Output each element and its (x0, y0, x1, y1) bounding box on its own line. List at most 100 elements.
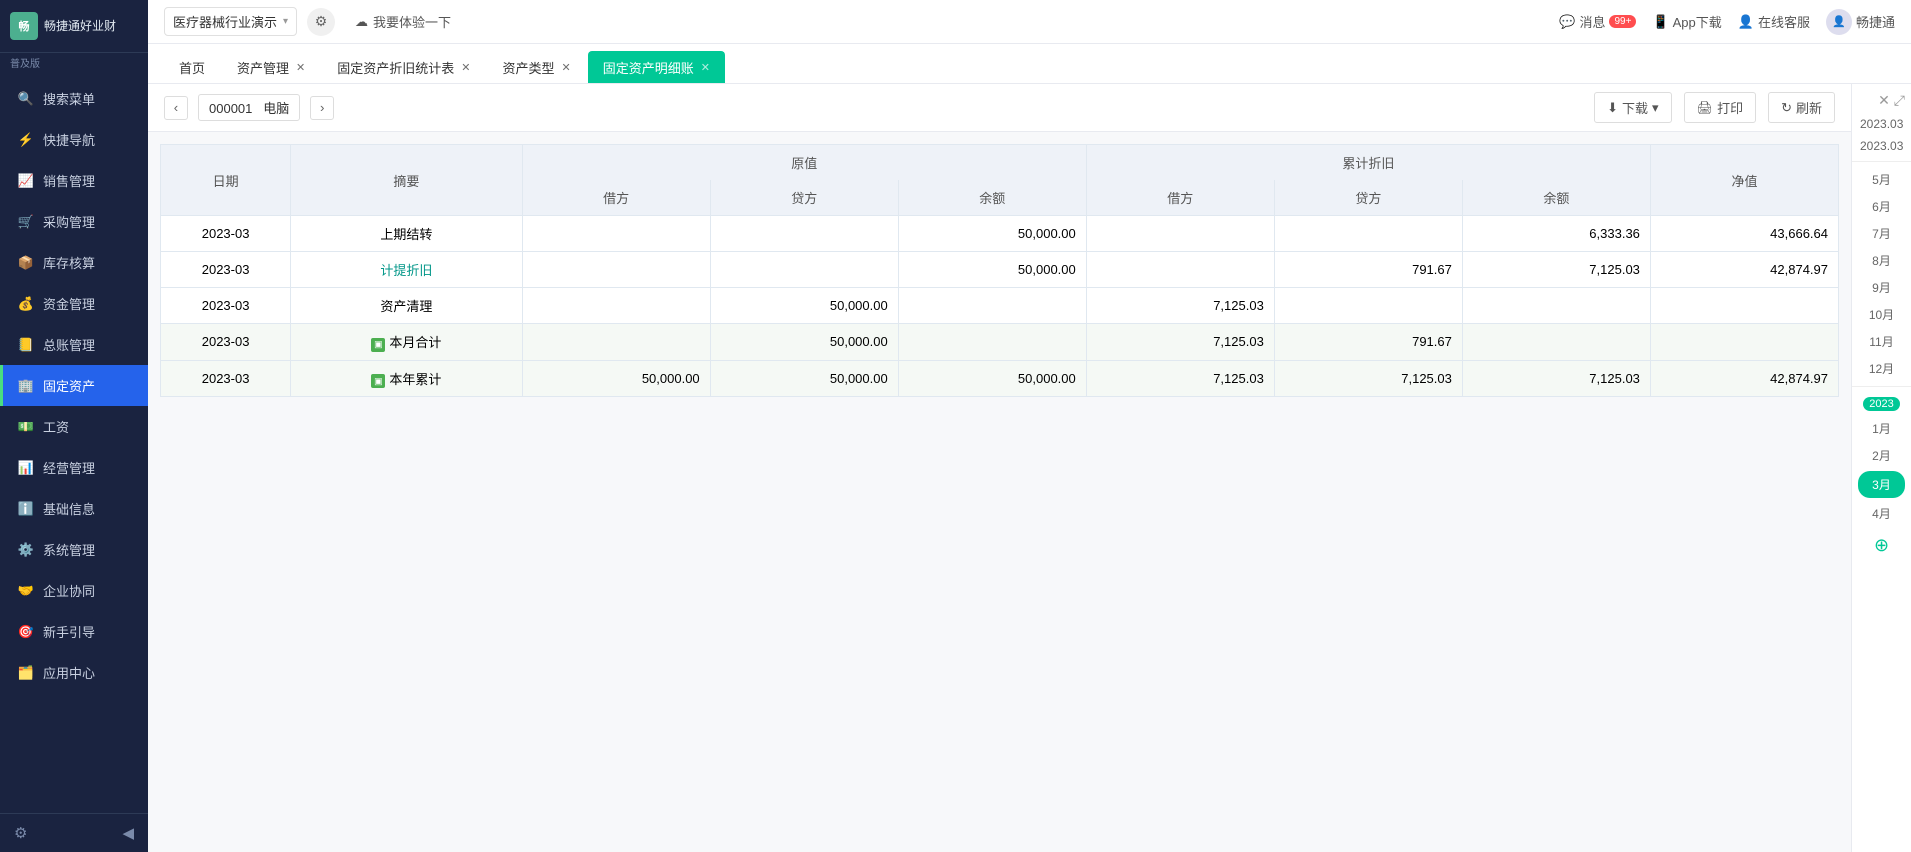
download-icon: ⬇ (1607, 100, 1618, 116)
cell-date: 2023-03 (161, 216, 291, 252)
tab-home-label: 首页 (179, 58, 205, 77)
tab-home[interactable]: 首页 (164, 51, 220, 83)
customer-service-button[interactable]: 👤 在线客服 (1738, 12, 1810, 31)
message-label: 消息 (1579, 12, 1605, 31)
tab-asset-type[interactable]: 资产类型 ✕ (487, 51, 585, 83)
tab-depreciation-table-label: 固定资产折旧统计表 (337, 58, 454, 77)
next-asset-button[interactable]: › (310, 96, 334, 120)
sidebar-item-search[interactable]: 🔍 搜索菜单 (0, 78, 148, 119)
cell-acc-debit: 7,125.03 (1086, 288, 1274, 324)
th-net-value: 净值 (1650, 145, 1838, 216)
print-icon: 🖨 (1697, 100, 1714, 116)
tab-asset-type-label: 资产类型 (502, 58, 554, 77)
content-main: ‹ 000001 电脑 › ⬇ 下载 ▾ 🖨 打印 (148, 84, 1851, 852)
time-panel: ✕ ⤢ 2023.03 2023.03 5月 6月 7月 8月 9月 10月 1… (1851, 84, 1911, 852)
cell-net-value: 42,874.97 (1650, 252, 1838, 288)
refresh-icon: ↻ (1781, 100, 1792, 116)
sidebar-item-label: 总账管理 (43, 335, 95, 354)
time-month-9[interactable]: 9月 (1852, 274, 1911, 301)
th-acc-debit: 借方 (1086, 180, 1274, 216)
tab-depreciation-table[interactable]: 固定资产折旧统计表 ✕ (322, 51, 485, 83)
cell-orig-debit (522, 252, 710, 288)
time-month-6[interactable]: 6月 (1852, 193, 1911, 220)
message-badge: 99+ (1609, 15, 1636, 28)
logo-icon: 畅 (10, 12, 38, 40)
cell-date: 2023-03 (161, 288, 291, 324)
print-label: 打印 (1717, 98, 1743, 117)
company-selector[interactable]: 医疗器械行业演示 ▾ (164, 7, 297, 36)
tab-asset-type-close[interactable]: ✕ (562, 61, 571, 74)
user-name: 畅捷通 (1856, 12, 1895, 31)
expand-icon[interactable]: ⤢ (1894, 92, 1905, 109)
cell-orig-credit: 50,000.00 (710, 288, 898, 324)
tab-asset-mgmt-close[interactable]: ✕ (296, 61, 305, 74)
salary-icon: 💵 (17, 418, 35, 436)
time-month-11[interactable]: 11月 (1852, 328, 1911, 355)
app-center-icon: 🗂️ (17, 664, 35, 682)
cell-date: 2023-03 (161, 252, 291, 288)
time-month-5[interactable]: 5月 (1852, 166, 1911, 193)
time-month-1[interactable]: 1月 (1852, 415, 1911, 442)
ledger-icon: 📒 (17, 336, 35, 354)
cell-acc-balance: 7,125.03 (1462, 252, 1650, 288)
refresh-button[interactable]: ↻ 刷新 (1768, 92, 1835, 123)
time-month-10[interactable]: 10月 (1852, 301, 1911, 328)
download-icon: 📱 (1652, 14, 1668, 30)
prev-asset-button[interactable]: ‹ (164, 96, 188, 120)
tab-depreciation-close[interactable]: ✕ (461, 61, 470, 74)
print-button[interactable]: 🖨 打印 (1684, 92, 1757, 123)
time-month-8[interactable]: 8月 (1852, 247, 1911, 274)
message-button[interactable]: 💬 消息 99+ (1559, 12, 1636, 31)
sidebar-item-ledger[interactable]: 📒 总账管理 (0, 324, 148, 365)
time-year-row: 2023 (1852, 391, 1911, 415)
sidebar-bottom: ⚙ ◀ (0, 813, 148, 852)
tab-asset-mgmt[interactable]: 资产管理 ✕ (222, 51, 320, 83)
sidebar-item-app-center[interactable]: 🗂️ 应用中心 (0, 652, 148, 693)
chevron-down-icon: ⊕ (1874, 535, 1889, 555)
sidebar-item-system[interactable]: ⚙️ 系统管理 (0, 529, 148, 570)
tab-asset-detail-close[interactable]: ✕ (701, 61, 710, 74)
close-icon[interactable]: ✕ (1878, 92, 1890, 109)
sidebar-item-capital[interactable]: 💰 资金管理 (0, 283, 148, 324)
user-menu[interactable]: 👤 畅捷通 (1826, 9, 1895, 35)
sidebar-item-guide[interactable]: 🎯 新手引导 (0, 611, 148, 652)
cell-date: 2023-03 (161, 324, 291, 361)
th-summary: 摘要 (291, 145, 522, 216)
time-panel-header: ✕ ⤢ (1852, 84, 1911, 113)
time-month-12[interactable]: 12月 (1852, 355, 1911, 382)
asset-identifier: 000001 电脑 (198, 94, 300, 121)
collapse-icon[interactable]: ◀ (122, 824, 134, 842)
app-download-button[interactable]: 📱 App下载 (1652, 12, 1721, 31)
settings-icon[interactable]: ⚙ (14, 824, 27, 842)
download-button[interactable]: ⬇ 下载 ▾ (1594, 92, 1671, 123)
sidebar-item-purchase[interactable]: 🛒 采购管理 (0, 201, 148, 242)
sidebar-item-quick-nav[interactable]: ⚡ 快捷导航 (0, 119, 148, 160)
sidebar-item-enterprise[interactable]: 🤝 企业协同 (0, 570, 148, 611)
time-month-4[interactable]: 4月 (1852, 500, 1911, 527)
sidebar-item-inventory[interactable]: 📦 库存核算 (0, 242, 148, 283)
settings-button[interactable]: ⚙ (307, 8, 335, 36)
time-month-3[interactable]: 3月 (1858, 471, 1905, 498)
sidebar-item-label: 销售管理 (43, 171, 95, 190)
toolbar-actions: ⬇ 下载 ▾ 🖨 打印 ↻ 刷新 (1594, 92, 1835, 123)
app-name: 畅捷通好业财 (44, 18, 116, 35)
download-arrow: ▾ (1652, 100, 1659, 116)
cell-orig-credit (710, 216, 898, 252)
message-icon: 💬 (1559, 14, 1575, 30)
experience-button[interactable]: ☁ 我要体验一下 (345, 8, 461, 35)
sidebar-item-sales[interactable]: 📈 销售管理 (0, 160, 148, 201)
guide-icon: 🎯 (17, 623, 35, 641)
time-month-7[interactable]: 7月 (1852, 220, 1911, 247)
sidebar-item-operations[interactable]: 📊 经营管理 (0, 447, 148, 488)
sidebar-item-fixed-assets[interactable]: 🏢 固定资产 (0, 365, 148, 406)
topbar-right: 💬 消息 99+ 📱 App下载 👤 在线客服 👤 畅捷通 (1559, 9, 1895, 35)
sidebar-item-salary[interactable]: 💵 工资 (0, 406, 148, 447)
time-divider-2 (1852, 386, 1911, 387)
time-month-2[interactable]: 2月 (1852, 442, 1911, 469)
sidebar-item-basic-info[interactable]: ℹ️ 基础信息 (0, 488, 148, 529)
chevron-down-icon: ▾ (283, 16, 288, 27)
cell-orig-credit: 50,000.00 (710, 324, 898, 361)
time-scroll-down[interactable]: ⊕ (1852, 527, 1911, 564)
asset-toolbar: ‹ 000001 电脑 › ⬇ 下载 ▾ 🖨 打印 (148, 84, 1851, 132)
tab-asset-detail[interactable]: 固定资产明细账 ✕ (588, 51, 725, 83)
